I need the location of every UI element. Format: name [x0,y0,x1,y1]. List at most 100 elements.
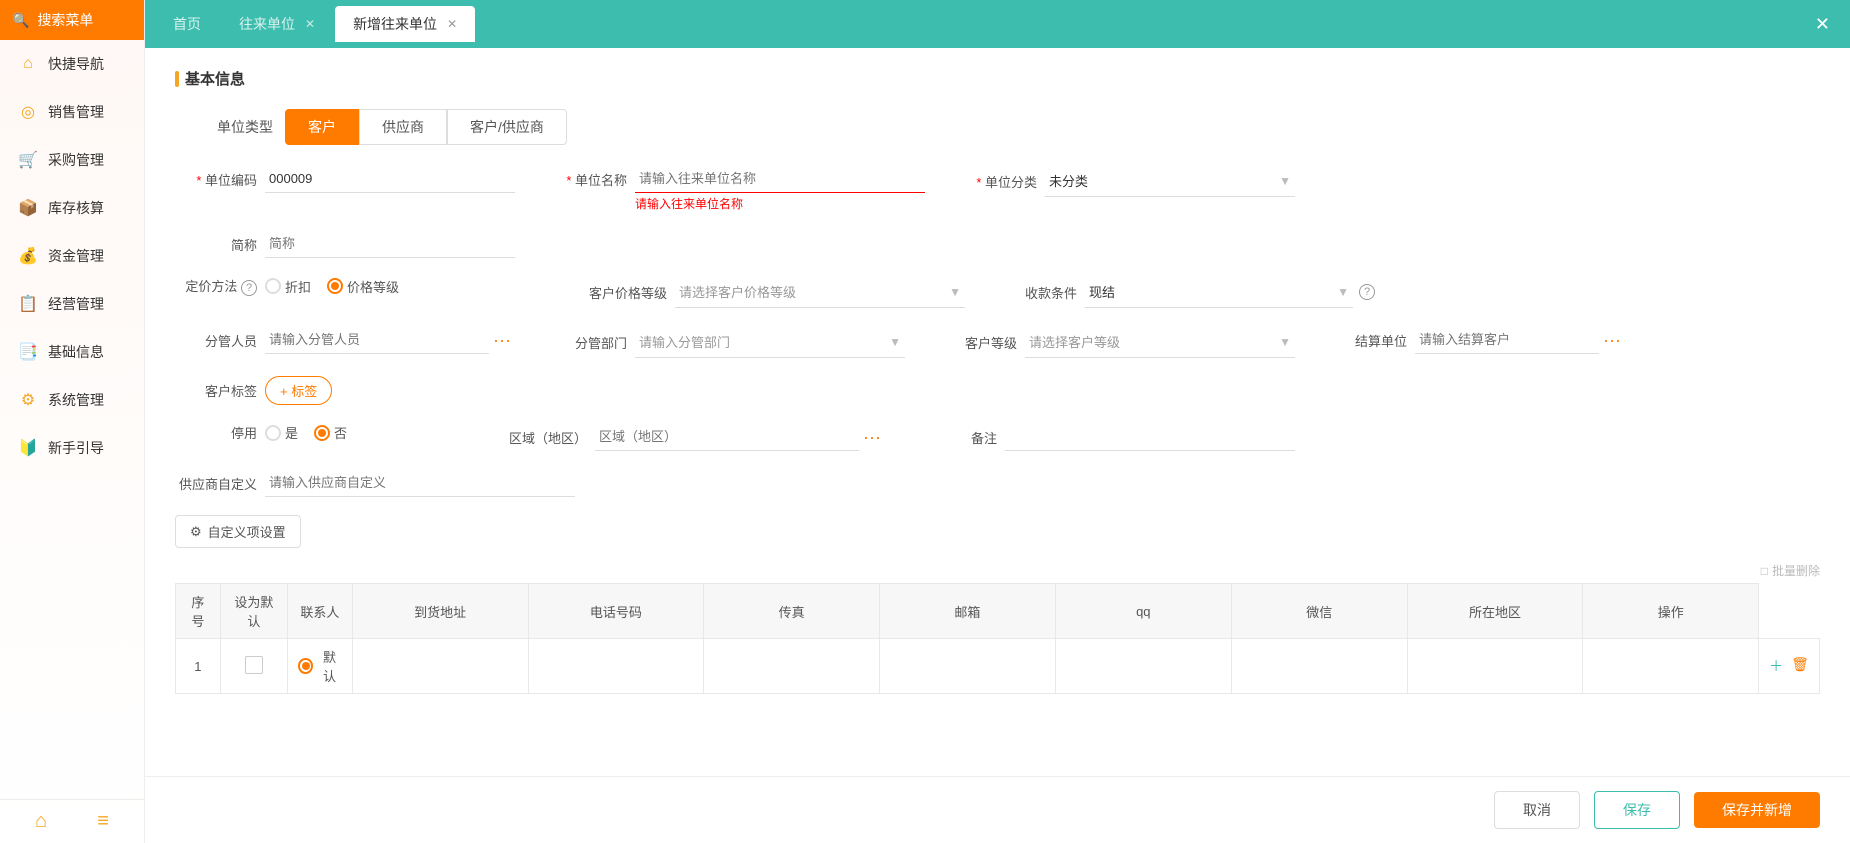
settlement-label: 结算单位 [1325,331,1415,350]
row-qq[interactable] [1231,639,1407,694]
short-name-input[interactable] [265,230,515,258]
sidebar-item-inventory[interactable]: 📦 库存核算 [0,184,144,232]
sidebar-item-system[interactable]: ⚙ 系统管理 [0,376,144,424]
custom-settings-button[interactable]: ⚙ 自定义项设置 [175,515,301,548]
pricing-radio-price-level[interactable]: 价格等级 [327,277,399,296]
pricing-help-icon[interactable]: ? [241,280,257,296]
region-dots-button[interactable]: ··· [859,427,885,448]
pricing-radio-discount[interactable]: 折扣 [265,277,311,296]
col-设为默认: 设为默认 [220,584,287,639]
customer-price-level-select[interactable]: 请选择客户价格等级 ▼ [675,276,965,308]
disabled-label: 停用 [175,423,265,442]
sidebar-search[interactable]: 🔍 搜索菜单 [0,0,144,40]
table-row: 1 默认 ＋ 🗑 [176,639,1820,694]
sidebar-label-inventory: 库存核算 [48,198,104,218]
sidebar-item-purchase[interactable]: 🛒 采购管理 [0,136,144,184]
sidebar-item-guide[interactable]: 🔰 新手引导 [0,424,144,472]
batch-delete-label[interactable]: 批量删除 [1772,562,1820,579]
field-settlement: 结算单位 ··· [1325,326,1625,354]
unit-type-btn-both[interactable]: 客户/供应商 [447,109,567,145]
field-disabled: 停用 是 否 [175,423,475,442]
col-到货地址: 到货地址 [352,584,528,639]
manager-value [265,326,489,354]
form-row-2: 简称 [175,230,1820,258]
unit-name-label: 单位名称 [545,170,635,189]
unit-type-row: 单位类型 客户供应商客户/供应商 [175,109,1820,145]
field-payment-terms: 收款条件 现结 ▼ ? [995,276,1375,308]
unit-code-label: 单位编码 [175,170,265,189]
save-button[interactable]: 保存 [1594,791,1680,829]
short-name-label: 简称 [175,235,265,254]
sidebar-item-sales[interactable]: ◎ 销售管理 [0,88,144,136]
remarks-label: 备注 [915,428,1005,447]
table-body: 1 默认 ＋ 🗑 [176,639,1820,694]
tab-home[interactable]: 首页 [155,6,219,42]
row-phone[interactable] [704,639,880,694]
unit-name-input[interactable] [635,165,925,193]
department-select[interactable]: 请输入分管部门 ▼ [635,326,905,358]
batch-delete-area: □ 批量删除 [175,562,1820,579]
settings-gear-icon: ⚙ [190,524,202,540]
disabled-radio-no[interactable]: 否 [314,423,347,442]
finance-icon: 💰 [18,246,38,266]
region-input[interactable] [595,423,859,451]
customer-price-level-value: 请选择客户价格等级 ▼ [675,276,965,308]
disabled-radio-yes[interactable]: 是 [265,423,298,442]
remarks-input[interactable] [1005,423,1295,451]
sidebar-item-finance[interactable]: 💰 资金管理 [0,232,144,280]
unit-code-value: 000009 [265,165,515,193]
sidebar-item-quick-nav[interactable]: ⌂ 快捷导航 [0,40,144,88]
unit-category-arrow: ▼ [1279,174,1291,188]
sidebar-label-purchase: 采购管理 [48,150,104,170]
supplier-custom-value [265,469,575,497]
tab-close-partners[interactable]: ✕ [305,17,315,31]
guide-icon: 🔰 [18,438,38,458]
department-label: 分管部门 [545,333,635,352]
row-fax[interactable] [880,639,1056,694]
payment-help-icon[interactable]: ? [1359,284,1375,300]
form-row-7: 供应商自定义 [175,469,1820,497]
disabled-label-no: 否 [334,423,347,442]
add-tag-button[interactable]: + 标签 [265,376,332,405]
window-close-button[interactable]: ✕ [1805,14,1840,35]
customer-level-select[interactable]: 请选择客户等级 ▼ [1025,326,1295,358]
row-wechat[interactable] [1407,639,1583,694]
unit-code-input[interactable]: 000009 [265,165,515,193]
col-联系人: 联系人 [287,584,352,639]
disabled-circle-yes [265,425,281,441]
unit-category-select[interactable]: 未分类 ▼ [1045,165,1295,197]
row-default[interactable]: 默认 [287,639,352,694]
tab-new-partner[interactable]: 新增往来单位✕ [335,6,475,42]
unit-type-btn-customer[interactable]: 客户 [285,109,359,145]
tab-close-new-partner[interactable]: ✕ [447,17,457,31]
field-unit-code: 单位编码 000009 [175,165,515,193]
field-unit-name: 单位名称 请输入往来单位名称 [545,165,925,212]
row-delete-icon[interactable]: 🗑 [1791,656,1809,676]
cancel-button[interactable]: 取消 [1494,791,1580,829]
operations-icon: 📋 [18,294,38,314]
sidebar-settings-icon[interactable]: ≡ [97,810,109,833]
col-电话号码: 电话号码 [528,584,704,639]
save-new-button[interactable]: 保存并新增 [1694,792,1820,828]
row-address[interactable] [528,639,704,694]
tab-partners[interactable]: 往来单位✕ [221,6,333,42]
row-email[interactable] [1055,639,1231,694]
sales-icon: ◎ [18,102,38,122]
settlement-input[interactable] [1415,326,1599,354]
manager-input[interactable] [265,326,489,354]
unit-type-btn-supplier[interactable]: 供应商 [359,109,447,145]
row-add-icon[interactable]: ＋ [1769,656,1783,676]
section-title-text: 基本信息 [185,68,245,89]
row-region[interactable] [1583,639,1759,694]
col-邮箱: 邮箱 [880,584,1056,639]
field-unit-category: 单位分类 未分类 ▼ [955,165,1295,197]
row-checkbox[interactable] [220,639,287,694]
row-contact[interactable] [352,639,528,694]
payment-terms-select[interactable]: 现结 ▼ [1085,276,1353,308]
supplier-custom-input[interactable] [265,469,575,497]
sidebar-item-operations[interactable]: 📋 经营管理 [0,280,144,328]
sidebar-home-icon[interactable]: ⌂ [35,810,47,833]
sidebar-item-basic-info[interactable]: 📑 基础信息 [0,328,144,376]
manager-dots-button[interactable]: ··· [489,330,515,351]
settlement-dots-button[interactable]: ··· [1599,330,1625,351]
